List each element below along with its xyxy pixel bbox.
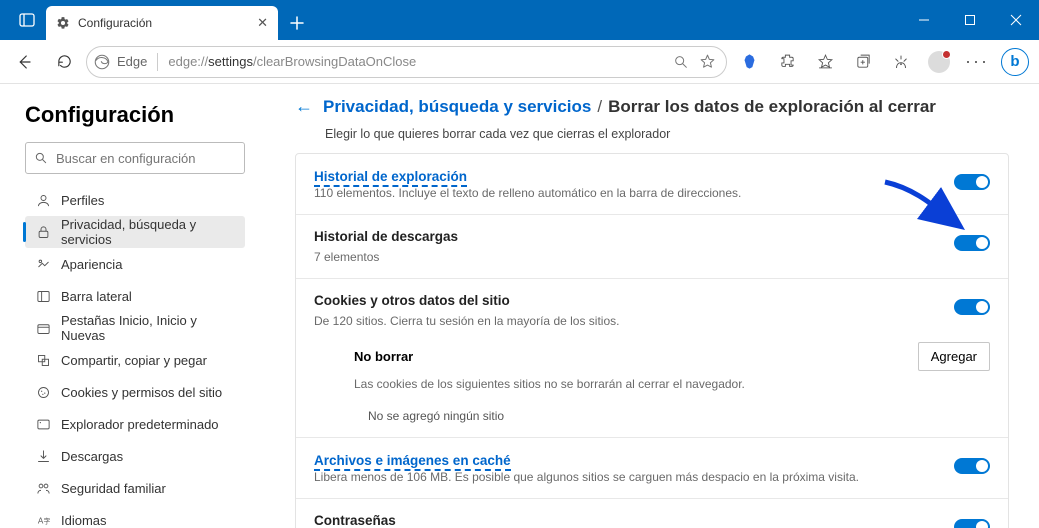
profile-avatar[interactable] [921, 44, 957, 80]
row-desc: 110 elementos. Incluye el texto de relle… [314, 186, 938, 200]
back-arrow-icon[interactable]: ← [295, 96, 313, 117]
sidebar-item-cookies[interactable]: Cookies y permisos del sitio [25, 376, 245, 408]
breadcrumb-current: Borrar los datos de exploración al cerra… [608, 97, 936, 117]
svg-text:字: 字 [43, 516, 50, 525]
nav-refresh-button[interactable] [46, 44, 82, 80]
collections-icon[interactable] [845, 44, 881, 80]
row-title[interactable]: Historial de exploración [314, 169, 467, 187]
sidebar-title: Configuración [25, 102, 275, 128]
breadcrumb: ← Privacidad, búsqueda y servicios / Bor… [295, 96, 1009, 117]
row-desc: De 120 sitios. Cierra tu sesión en la ma… [314, 314, 938, 328]
exceptions-desc: Las cookies de los siguientes sitios no … [354, 377, 990, 391]
sidebar-item-profiles[interactable]: Perfiles [25, 184, 245, 216]
favorites-icon[interactable] [807, 44, 843, 80]
address-divider [157, 53, 158, 71]
search-in-page-icon[interactable] [673, 54, 689, 70]
row-desc: 7 elementos [314, 250, 938, 264]
sidebar-item-downloads[interactable]: Descargas [25, 440, 245, 472]
language-icon: A字 [35, 512, 51, 528]
settings-sidebar: Configuración Perfiles Privacidad, búsqu… [0, 84, 275, 528]
family-icon [35, 480, 51, 496]
address-url: edge://settings/clearBrowsingDataOnClose [168, 54, 667, 69]
tab-actions-button[interactable] [10, 3, 44, 37]
window-maximize[interactable] [947, 0, 993, 40]
toggle-download-history[interactable] [954, 235, 990, 251]
search-icon [34, 151, 48, 165]
tab-strip: Configuración ✕ [0, 0, 901, 40]
toggle-cache[interactable] [954, 458, 990, 474]
sidebar-list: Perfiles Privacidad, búsqueda y servicio… [25, 184, 275, 528]
lock-icon [35, 224, 51, 240]
close-tab-icon[interactable]: ✕ [257, 15, 268, 31]
window-controls [901, 0, 1039, 40]
more-menu-icon[interactable]: ··· [959, 44, 995, 80]
content-scroll[interactable]: ← Privacidad, búsqueda y servicios / Bor… [275, 84, 1039, 528]
download-icon [35, 448, 51, 464]
share-icon [35, 352, 51, 368]
breadcrumb-parent[interactable]: Privacidad, búsqueda y servicios [323, 97, 591, 117]
row-cache: Archivos e imágenes en caché Libera meno… [296, 437, 1008, 498]
sidebar-item-privacy[interactable]: Privacidad, búsqueda y servicios [25, 216, 245, 248]
window-close[interactable] [993, 0, 1039, 40]
profile-icon [35, 192, 51, 208]
favorite-icon[interactable] [699, 53, 716, 70]
tabs-icon [35, 320, 51, 336]
new-tab-button[interactable] [282, 8, 312, 38]
sidebar-icon [35, 288, 51, 304]
browser-tab-settings[interactable]: Configuración ✕ [46, 6, 278, 40]
edge-logo-icon [93, 53, 111, 71]
row-title: Contraseñas [314, 513, 938, 528]
settings-search[interactable] [25, 142, 245, 174]
sidebar-item-family[interactable]: Seguridad familiar [25, 472, 245, 504]
page-subtitle: Elegir lo que quieres borrar cada vez qu… [325, 127, 1009, 141]
exceptions-title: No borrar [354, 349, 904, 364]
settings-search-input[interactable] [56, 151, 236, 166]
tab-title: Configuración [78, 16, 249, 30]
cookies-exceptions: No borrar Agregar Las cookies de los sig… [354, 342, 990, 423]
add-exception-button[interactable]: Agregar [918, 342, 990, 371]
cookie-icon [35, 384, 51, 400]
window-titlebar: Configuración ✕ [0, 0, 1039, 40]
window-minimize[interactable] [901, 0, 947, 40]
nav-back-button[interactable] [6, 44, 42, 80]
row-title: Cookies y otros datos del sitio [314, 293, 938, 308]
sidebar-item-default[interactable]: Explorador predeterminado [25, 408, 245, 440]
sidebar-item-appearance[interactable]: Apariencia [25, 248, 245, 280]
address-label: Edge [117, 54, 147, 69]
bing-chat-icon[interactable]: b [997, 44, 1033, 80]
extensions-icon[interactable] [769, 44, 805, 80]
row-passwords: Contraseñas 1 contraseña (para kinsta.cl… [296, 498, 1008, 528]
row-title: Historial de descargas [314, 229, 938, 244]
sidebar-item-languages[interactable]: A字Idiomas [25, 504, 245, 528]
settings-page: Configuración Perfiles Privacidad, búsqu… [0, 84, 1039, 528]
sidebar-item-tabs[interactable]: Pestañas Inicio, Inicio y Nuevas [25, 312, 245, 344]
palette-icon [35, 256, 51, 272]
settings-content: ← Privacidad, búsqueda y servicios / Bor… [275, 84, 1039, 528]
sidebar-item-share[interactable]: Compartir, copiar y pegar [25, 344, 245, 376]
address-bar[interactable]: Edge edge://settings/clearBrowsingDataOn… [86, 46, 727, 78]
row-cookies: Cookies y otros datos del sitio De 120 s… [296, 278, 1008, 437]
row-title[interactable]: Archivos e imágenes en caché [314, 453, 511, 471]
row-desc: Libera menos de 106 MB. Es posible que a… [314, 470, 938, 484]
browser-toolbar: Edge edge://settings/clearBrowsingDataOn… [0, 40, 1039, 84]
brave-icon[interactable] [731, 44, 767, 80]
annotation-arrow [877, 174, 967, 234]
toggle-passwords[interactable] [954, 519, 990, 528]
toggle-cookies[interactable] [954, 299, 990, 315]
exceptions-empty: No se agregó ningún sitio [354, 409, 990, 423]
gear-icon [56, 16, 70, 30]
performance-icon[interactable] [883, 44, 919, 80]
browser-icon [35, 416, 51, 432]
sidebar-item-sidebar[interactable]: Barra lateral [25, 280, 245, 312]
